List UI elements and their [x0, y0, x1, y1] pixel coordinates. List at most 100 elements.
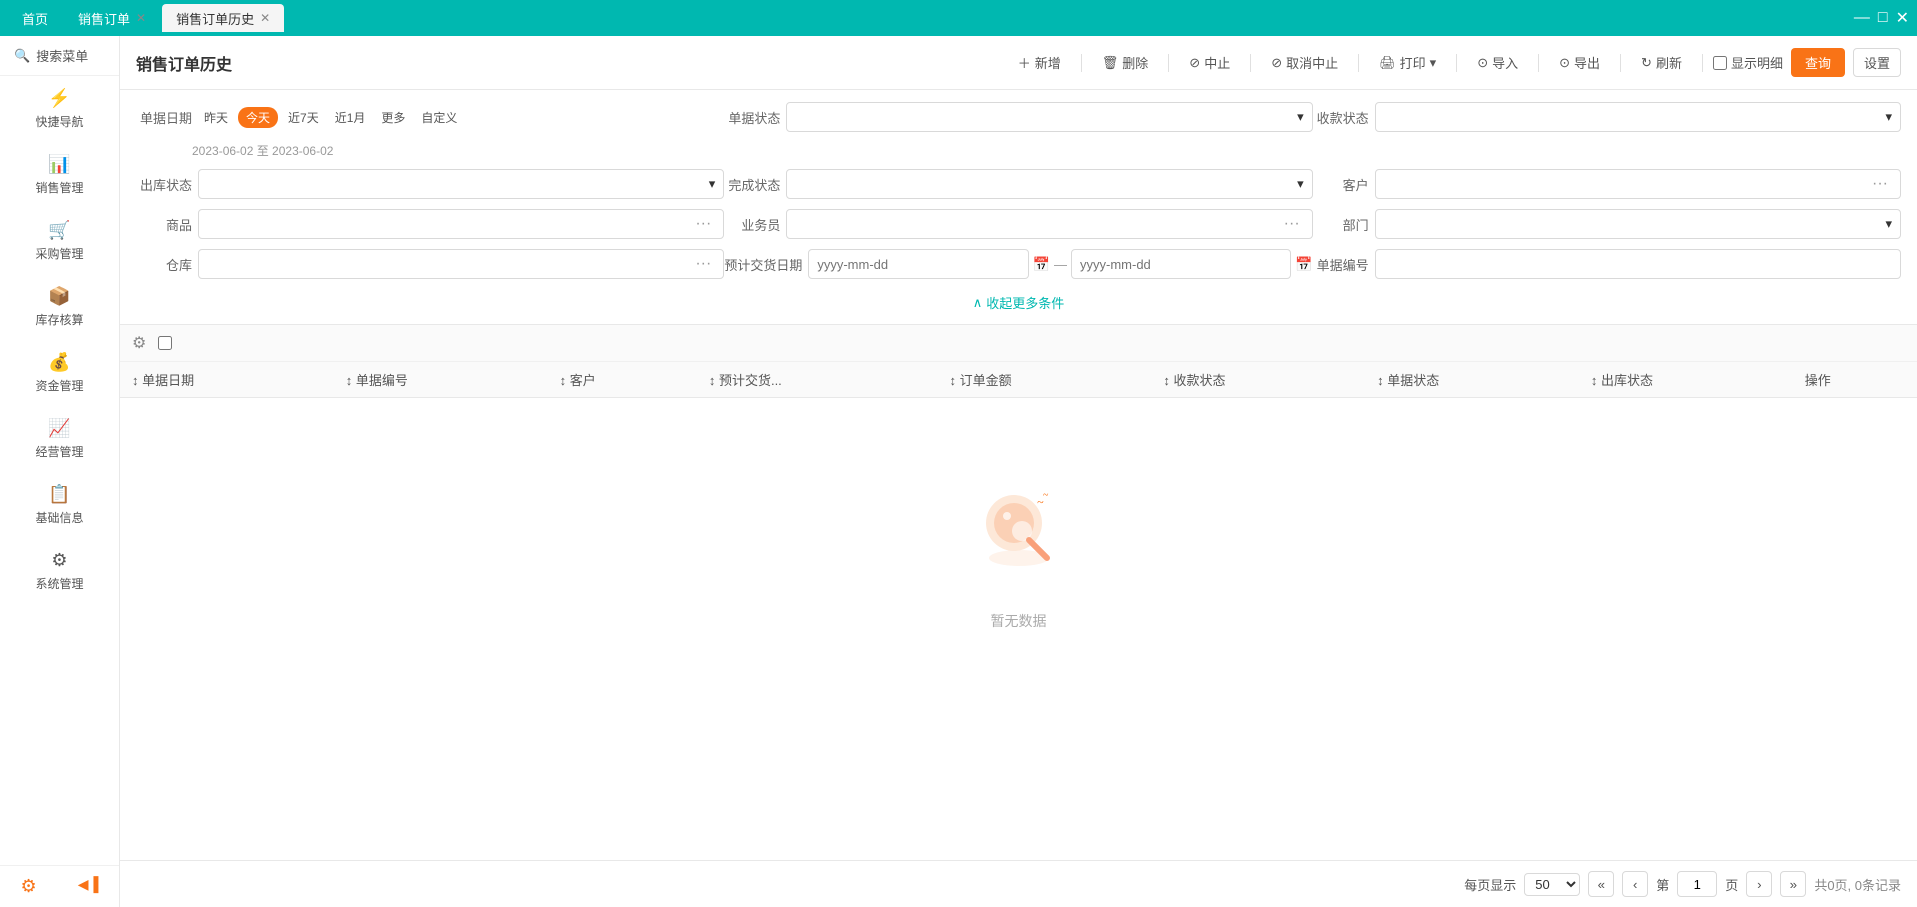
last-page-btn[interactable]: » — [1780, 871, 1806, 897]
date-7days-btn[interactable]: 近7天 — [282, 107, 325, 128]
add-button[interactable]: ＋ 新增 — [1008, 49, 1071, 76]
prev-page-btn[interactable]: ‹ — [1622, 871, 1648, 897]
collapse-btn[interactable]: ∧ 收起更多条件 — [136, 289, 1901, 312]
th-delivery: ↕ 预计交货... — [697, 362, 938, 398]
maximize-icon[interactable]: □ — [1878, 9, 1888, 27]
show-cols-checkbox[interactable] — [1713, 56, 1727, 70]
sales-ellipsis-btn[interactable]: ··· — [1280, 215, 1304, 233]
purchase-icon: 🛒 — [48, 220, 70, 241]
goods-ellipsis-btn[interactable]: ··· — [691, 215, 715, 233]
sidebar-volume-icon[interactable]: ◀▐ — [78, 876, 99, 897]
table-toolbar: ⚙ — [120, 325, 1917, 362]
toolbar-sep-4 — [1358, 54, 1359, 72]
warehouse-ellipsis-btn[interactable]: ··· — [691, 255, 715, 273]
top-bar: 首页 销售订单 ✕ 销售订单历史 ✕ — □ ✕ — [0, 0, 1917, 36]
next-page-btn[interactable]: › — [1746, 871, 1772, 897]
sidebar-item-sales-mgmt[interactable]: 📊 销售管理 — [0, 142, 119, 208]
table-settings-icon[interactable]: ⚙ — [132, 333, 146, 353]
sidebar-item-quick-nav[interactable]: ⚡ 快捷导航 — [0, 76, 119, 142]
select-all-checkbox[interactable] — [158, 336, 172, 350]
sidebar-item-system-mgmt[interactable]: ⚙ 系统管理 — [0, 538, 119, 604]
sidebar-item-purchase-mgmt[interactable]: 🛒 采购管理 — [0, 208, 119, 274]
toolbar: ＋ 新增 🗑 删除 ⊘ 中止 ⊘ 取消中止 — [1008, 48, 1901, 77]
th-operation: 操作 — [1793, 362, 1917, 398]
query-label: 查询 — [1805, 53, 1831, 72]
sales-label: 业务员 — [724, 215, 780, 234]
delivery-separator: — — [1054, 257, 1067, 272]
minimize-icon[interactable]: — — [1854, 9, 1870, 27]
th-outstock: ↕ 出库状态 — [1579, 362, 1793, 398]
date-more-btn[interactable]: 更多 — [375, 107, 411, 128]
warehouse-input[interactable] — [207, 250, 691, 278]
query-button[interactable]: 查询 — [1791, 48, 1845, 77]
delivery-to-input[interactable] — [1071, 249, 1291, 279]
complete-select[interactable]: ▾ — [786, 169, 1312, 199]
sidebar: 🔍 搜索菜单 ⚡ 快捷导航 📊 销售管理 🛒 采购管理 📦 库存核算 💰 资金管… — [0, 36, 120, 907]
bill-status-select[interactable]: ▾ — [786, 102, 1312, 132]
import-button[interactable]: ⊙ 导入 — [1467, 49, 1528, 76]
receipt-status-select[interactable]: ▾ — [1375, 102, 1901, 132]
sidebar-item-inventory[interactable]: 📦 库存核算 — [0, 274, 119, 340]
first-page-btn[interactable]: « — [1588, 871, 1614, 897]
settings-button[interactable]: 设置 — [1853, 48, 1901, 77]
sidebar-item-operations[interactable]: 📈 经营管理 — [0, 406, 119, 472]
th-amount: ↕ 订单金额 — [938, 362, 1152, 398]
tab-sales-order-history[interactable]: 销售订单历史 ✕ — [162, 4, 284, 32]
th-receipt: ↕ 收款状态 — [1151, 362, 1365, 398]
delivery-date-range: 📅 — 📅 — [808, 249, 1312, 279]
sidebar-item-finance[interactable]: 💰 资金管理 — [0, 340, 119, 406]
goods-label: 商品 — [136, 215, 192, 234]
refresh-label: 刷新 — [1656, 53, 1682, 72]
stop-button[interactable]: ⊘ 中止 — [1179, 49, 1240, 76]
sidebar-item-inventory-label: 库存核算 — [35, 311, 83, 328]
sidebar-search-menu[interactable]: 🔍 搜索菜单 — [0, 36, 119, 76]
sidebar-item-basic-label: 基础信息 — [35, 509, 83, 526]
delete-icon: 🗑 — [1102, 55, 1119, 71]
dept-select[interactable]: ▾ — [1375, 209, 1901, 239]
filter-bill-status: 单据状态 ▾ — [724, 102, 1312, 132]
refresh-button[interactable]: ↻ 刷新 — [1631, 49, 1692, 76]
page-number-input[interactable] — [1677, 871, 1717, 897]
tab-sales-order-close[interactable]: ✕ — [136, 11, 146, 25]
sales-input[interactable] — [795, 210, 1279, 238]
warehouse-input-wrap: ··· — [198, 249, 724, 279]
delete-button[interactable]: 🗑 删除 — [1092, 49, 1159, 76]
date-yesterday-btn[interactable]: 昨天 — [198, 107, 234, 128]
date-label: 单据日期 — [136, 108, 192, 127]
export-label: 导出 — [1574, 53, 1600, 72]
sidebar-settings-icon[interactable]: ⚙ — [21, 876, 37, 897]
toolbar-sep-6 — [1538, 54, 1539, 72]
date-1month-btn[interactable]: 近1月 — [329, 107, 372, 128]
sidebar-item-basic-info[interactable]: 📋 基础信息 — [0, 472, 119, 538]
print-chevron: ▾ — [1430, 55, 1437, 71]
complete-label: 完成状态 — [724, 175, 780, 194]
delivery-from-input[interactable] — [808, 249, 1028, 279]
customer-input[interactable] — [1384, 170, 1868, 198]
pagination: 每页显示 20 50 100 « ‹ 第 页 › » 共0页, 0条记录 — [120, 860, 1917, 907]
add-label: 新增 — [1035, 53, 1061, 72]
th-no: ↕ 单据编号 — [334, 362, 548, 398]
empty-text: 暂无数据 — [991, 611, 1047, 631]
window-close-icon[interactable]: ✕ — [1896, 8, 1909, 28]
basic-info-icon: 📋 — [48, 484, 70, 505]
export-button[interactable]: ⊙ 导出 — [1549, 49, 1610, 76]
show-cols-checkbox-label[interactable]: 显示明细 — [1713, 53, 1783, 72]
refresh-icon: ↻ — [1641, 55, 1652, 71]
delivery-from-cal-icon[interactable]: 📅 — [1033, 256, 1050, 273]
cancel-stop-button[interactable]: ⊘ 取消中止 — [1261, 49, 1348, 76]
delivery-to-cal-icon[interactable]: 📅 — [1295, 256, 1312, 273]
goods-input[interactable] — [207, 210, 691, 238]
delivery-label: 预计交货日期 — [724, 255, 802, 274]
page-size-select[interactable]: 20 50 100 — [1524, 873, 1580, 896]
print-button[interactable]: 🖨 打印 ▾ — [1369, 49, 1446, 76]
tab-home[interactable]: 首页 — [8, 4, 62, 32]
tab-sales-order[interactable]: 销售订单 ✕ — [64, 4, 160, 32]
customer-ellipsis-btn[interactable]: ··· — [1868, 175, 1892, 193]
filter-order-no: 单据编号 — [1313, 249, 1901, 279]
outstock-select[interactable]: ▾ — [198, 169, 724, 199]
order-no-input[interactable] — [1375, 249, 1901, 279]
date-custom-btn[interactable]: 自定义 — [415, 107, 463, 128]
date-today-badge[interactable]: 今天 — [238, 107, 278, 128]
tab-sales-order-history-close[interactable]: ✕ — [260, 11, 270, 25]
page-size-label: 每页显示 — [1464, 875, 1516, 894]
